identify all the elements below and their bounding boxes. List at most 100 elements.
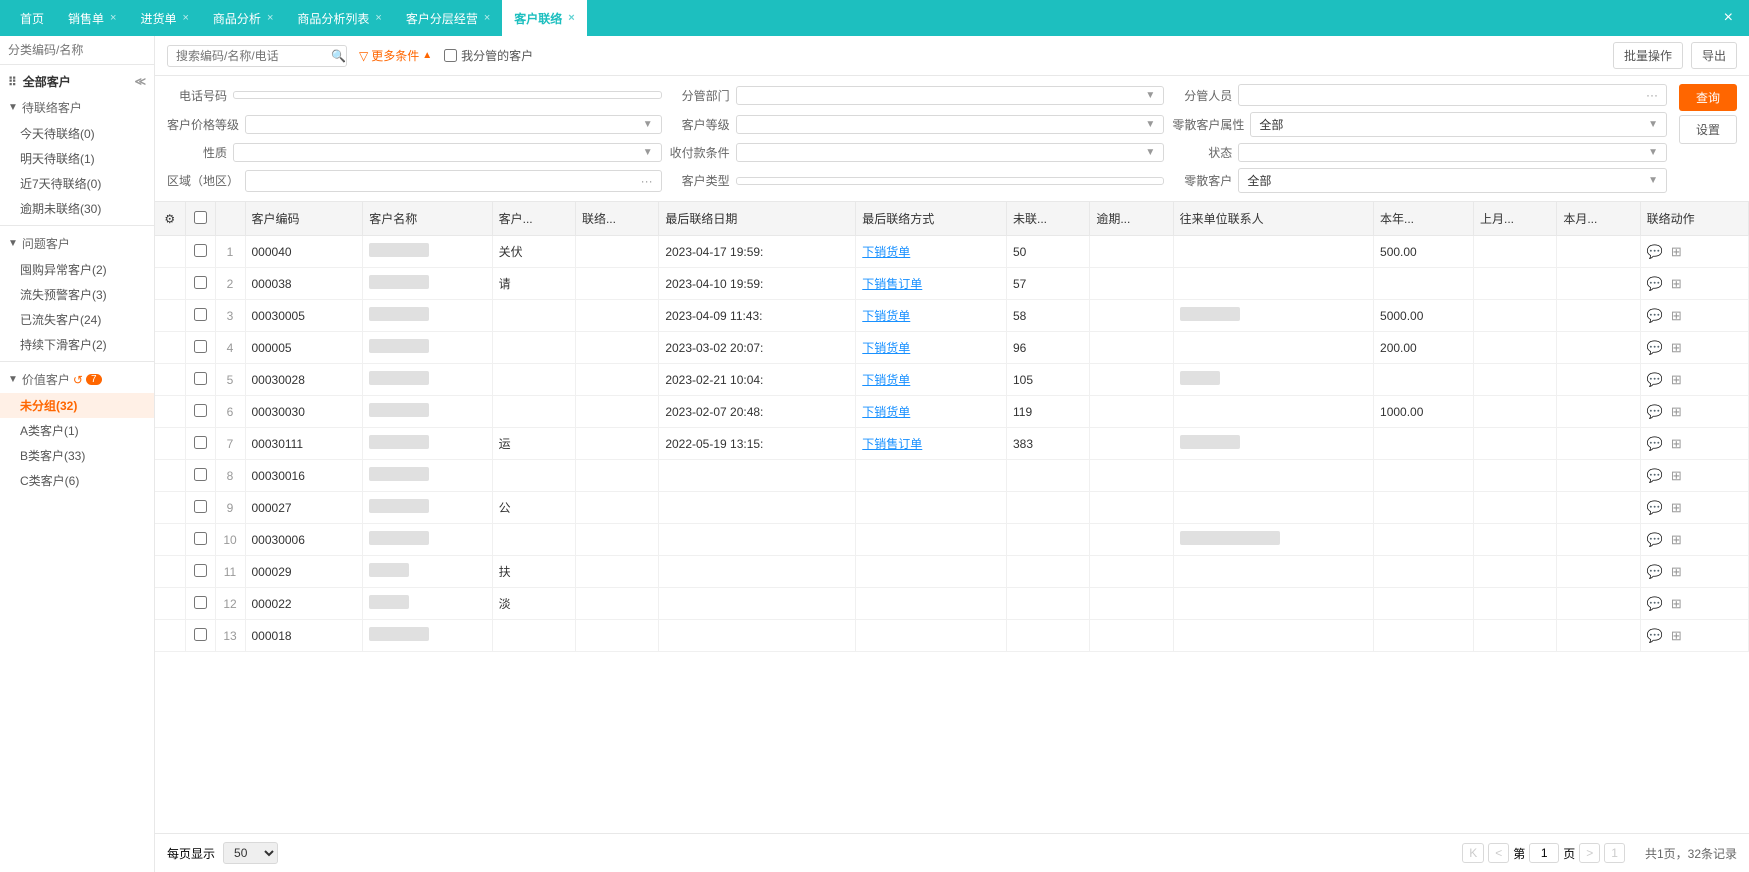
filter-search-input[interactable]: [176, 49, 331, 63]
filter-status-select[interactable]: ▼: [1238, 143, 1667, 162]
contact-method-link[interactable]: 下销货单: [862, 405, 910, 419]
row-checkbox[interactable]: [194, 308, 207, 321]
reset-button[interactable]: 设置: [1679, 115, 1737, 144]
col-this-month[interactable]: 本月...: [1557, 202, 1640, 236]
comment-icon[interactable]: 💬: [1647, 532, 1663, 548]
tab-purchase[interactable]: 进货单 ×: [128, 0, 200, 36]
sidebar-item-abnormal[interactable]: 囤购异常客户(2): [0, 257, 154, 282]
grid-action-icon[interactable]: ⊞: [1671, 404, 1682, 420]
filter-customer-type-input[interactable]: [736, 177, 1165, 185]
comment-icon[interactable]: 💬: [1647, 436, 1663, 452]
comment-icon[interactable]: 💬: [1647, 500, 1663, 516]
comment-icon[interactable]: 💬: [1647, 564, 1663, 580]
grid-action-icon[interactable]: ⊞: [1671, 628, 1682, 644]
filter-region-input[interactable]: ···: [245, 170, 662, 192]
col-last-contact-method[interactable]: 最后联络方式: [856, 202, 1007, 236]
tab-customer-segment[interactable]: 客户分层经营 ×: [394, 0, 502, 36]
prev-page-button[interactable]: <: [1488, 843, 1509, 863]
tab-customer-contact[interactable]: 客户联络 ×: [502, 0, 586, 36]
sidebar-item-a-class[interactable]: A类客户(1): [0, 418, 154, 443]
col-not-contacted[interactable]: 未联...: [1006, 202, 1089, 236]
sidebar-section-pending[interactable]: ▼ 待联络客户: [0, 94, 154, 121]
collapse-icon[interactable]: ≪: [134, 75, 146, 88]
select-all-checkbox[interactable]: [194, 211, 207, 224]
next-page-button[interactable]: >: [1579, 843, 1600, 863]
query-button[interactable]: 查询: [1679, 84, 1737, 111]
last-page-button[interactable]: 1: [1604, 843, 1625, 863]
tab-customer-contact-close[interactable]: ×: [568, 12, 574, 24]
filter-dept-select[interactable]: ▼: [736, 86, 1165, 105]
row-checkbox[interactable]: [194, 500, 207, 513]
grid-action-icon[interactable]: ⊞: [1671, 276, 1682, 292]
comment-icon[interactable]: 💬: [1647, 628, 1663, 644]
col-overdue[interactable]: 逾期...: [1090, 202, 1173, 236]
sidebar-section-value[interactable]: ▼ 价值客户 ↺ 7: [0, 366, 154, 393]
grid-action-icon[interactable]: ⊞: [1671, 468, 1682, 484]
col-customer-name[interactable]: 客户名称: [363, 202, 492, 236]
tab-product-analysis[interactable]: 商品分析 ×: [201, 0, 285, 36]
sidebar-item-churn-warning[interactable]: 流失预警客户(3): [0, 282, 154, 307]
sidebar-item-c-class[interactable]: C类客户(6): [0, 468, 154, 493]
sidebar-section-problem[interactable]: ▼ 问题客户: [0, 230, 154, 257]
col-this-year[interactable]: 本年...: [1374, 202, 1474, 236]
batch-operation-button[interactable]: 批量操作: [1613, 42, 1683, 69]
sidebar-item-churned[interactable]: 已流失客户(24): [0, 307, 154, 332]
row-checkbox[interactable]: [194, 276, 207, 289]
filter-my-customer[interactable]: 我分管的客户: [444, 47, 533, 64]
col-customer-code[interactable]: 客户编码: [245, 202, 363, 236]
comment-icon[interactable]: 💬: [1647, 404, 1663, 420]
filter-scatter-select[interactable]: 全部 ▼: [1238, 168, 1667, 193]
row-checkbox[interactable]: [194, 372, 207, 385]
contact-method-link[interactable]: 下销货单: [862, 309, 910, 323]
contact-method-link[interactable]: 下销货单: [862, 341, 910, 355]
sidebar-item-overdue-pending[interactable]: 逾期未联络(30): [0, 196, 154, 221]
sidebar-item-b-class[interactable]: B类客户(33): [0, 443, 154, 468]
tab-sales[interactable]: 销售单 ×: [56, 0, 128, 36]
close-all-button[interactable]: ×: [1716, 9, 1741, 27]
filter-nature-select[interactable]: ▼: [233, 143, 662, 162]
first-page-button[interactable]: K: [1462, 843, 1484, 863]
grid-action-icon[interactable]: ⊞: [1671, 500, 1682, 516]
sidebar-item-declining[interactable]: 持续下滑客户(2): [0, 332, 154, 357]
row-checkbox[interactable]: [194, 340, 207, 353]
row-checkbox[interactable]: [194, 532, 207, 545]
filter-phone-input[interactable]: [233, 91, 662, 99]
filter-more-btn[interactable]: ▽ 更多条件 ▲: [359, 47, 432, 64]
tab-home[interactable]: 首页: [8, 0, 56, 36]
grid-action-icon[interactable]: ⊞: [1671, 244, 1682, 260]
page-size-select[interactable]: 50 100 200: [223, 842, 278, 864]
grid-action-icon[interactable]: ⊞: [1671, 436, 1682, 452]
row-checkbox[interactable]: [194, 564, 207, 577]
export-button[interactable]: 导出: [1691, 42, 1737, 69]
tab-customer-segment-close[interactable]: ×: [484, 12, 490, 24]
row-checkbox[interactable]: [194, 596, 207, 609]
col-contact[interactable]: 联络...: [575, 202, 658, 236]
filter-person-input[interactable]: ···: [1238, 84, 1667, 106]
row-checkbox[interactable]: [194, 404, 207, 417]
filter-payment-select[interactable]: ▼: [736, 143, 1165, 162]
col-last-contact-date[interactable]: 最后联络日期: [659, 202, 856, 236]
tab-product-analysis-list[interactable]: 商品分析列表 ×: [285, 0, 393, 36]
contact-method-link[interactable]: 下销售订单: [862, 437, 922, 451]
filter-customer-level-select[interactable]: ▼: [736, 115, 1165, 134]
comment-icon[interactable]: 💬: [1647, 468, 1663, 484]
grid-action-icon[interactable]: ⊞: [1671, 532, 1682, 548]
comment-icon[interactable]: 💬: [1647, 244, 1663, 260]
my-customer-checkbox[interactable]: [444, 49, 457, 62]
col-settings[interactable]: ⚙: [155, 202, 185, 236]
filter-price-level-select[interactable]: ▼: [245, 115, 662, 134]
refresh-icon[interactable]: ↺: [73, 373, 83, 387]
contact-method-link[interactable]: 下销货单: [862, 245, 910, 259]
col-unit-contact[interactable]: 往来单位联系人: [1173, 202, 1373, 236]
sidebar-search-input[interactable]: [8, 43, 155, 57]
col-customer-type[interactable]: 客户...: [492, 202, 575, 236]
col-last-month[interactable]: 上月...: [1473, 202, 1556, 236]
comment-icon[interactable]: 💬: [1647, 596, 1663, 612]
tab-purchase-close[interactable]: ×: [182, 12, 188, 24]
row-checkbox[interactable]: [194, 468, 207, 481]
page-number-input[interactable]: [1529, 843, 1559, 863]
tab-sales-close[interactable]: ×: [110, 12, 116, 24]
filter-scatter-attr-select[interactable]: 全部 ▼: [1250, 112, 1667, 137]
grid-action-icon[interactable]: ⊞: [1671, 564, 1682, 580]
row-checkbox[interactable]: [194, 244, 207, 257]
